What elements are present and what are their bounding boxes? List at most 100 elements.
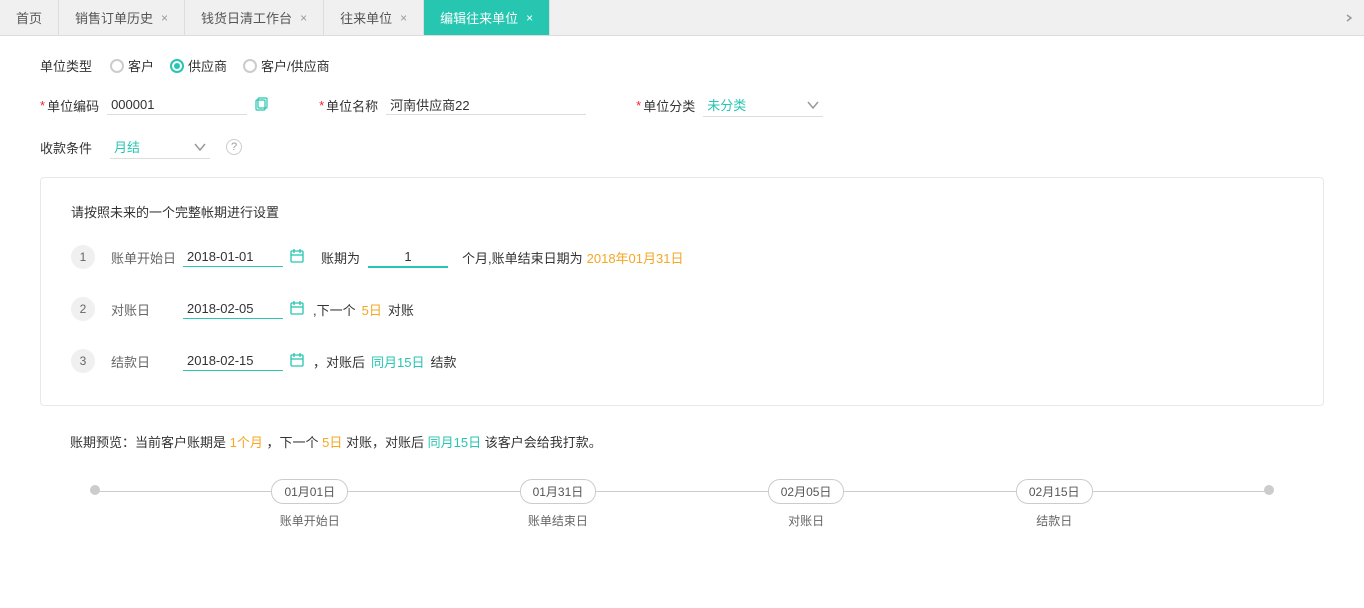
unit-code-star: * xyxy=(40,98,45,113)
preview-text: 账期预览：当前客户账期是 1个月 ，下一个 5日 对账，对账后 同月15日 该客… xyxy=(70,432,1294,451)
tab-partner[interactable]: 往来单位 × xyxy=(324,0,424,35)
unit-type-row: 单位类型 客户 供应商 客户/供应商 xyxy=(40,56,1324,75)
preview-part2: ，下一个 xyxy=(267,435,319,450)
tab-edit-partner-label: 编辑往来单位 xyxy=(440,8,518,27)
tab-expand-btn[interactable] xyxy=(1334,0,1364,35)
timeline-node-1: 01月01日 账单开始日 xyxy=(271,479,348,529)
timeline-node-3-date: 02月05日 xyxy=(768,479,845,504)
settings-card: 请按照未来的一个完整帐期进行设置 1 账单开始日 账期为 个月,账单结束日期为 … xyxy=(40,177,1324,406)
unit-code-input[interactable] xyxy=(107,95,247,115)
setting-field-label-2: 对账日 xyxy=(111,300,171,319)
radio-supplier[interactable]: 供应商 xyxy=(170,56,227,75)
preview-section: 账期预览：当前客户账期是 1个月 ，下一个 5日 对账，对账后 同月15日 该客… xyxy=(40,416,1324,545)
reconcile-desc-2: 对账 xyxy=(388,300,414,319)
unit-category-star: * xyxy=(636,98,641,113)
account-end-date-highlight: 2018年01月31日 xyxy=(587,248,684,267)
tab-home[interactable]: 首页 xyxy=(0,0,59,35)
setting-num-3: 3 xyxy=(71,349,95,373)
tab-edit-partner[interactable]: 编辑往来单位 × xyxy=(424,0,550,35)
tab-cash-work-close[interactable]: × xyxy=(300,11,307,25)
radio-supplier-label: 供应商 xyxy=(188,56,227,75)
payment-date-calendar-icon[interactable] xyxy=(289,352,305,371)
timeline-node-4-date: 02月15日 xyxy=(1016,479,1093,504)
settings-card-title: 请按照未来的一个完整帐期进行设置 xyxy=(71,202,1293,221)
unit-type-label: 单位类型 xyxy=(40,56,92,75)
payment-desc-2: 结款 xyxy=(430,352,456,371)
tab-home-label: 首页 xyxy=(16,8,42,27)
unit-category-select[interactable]: 未分类 xyxy=(703,93,823,117)
payment-date-input[interactable] xyxy=(183,351,283,371)
preview-part2-highlight: 5日 xyxy=(322,435,342,450)
timeline-node-3-label: 对账日 xyxy=(788,512,824,529)
timeline-end xyxy=(1264,479,1274,495)
radio-both-circle xyxy=(243,59,257,73)
timeline-node-2: 01月31日 账单结束日 xyxy=(520,479,597,529)
payment-highlight: 同月15日 xyxy=(371,352,424,371)
preview-part3-highlight: 同月15日 xyxy=(428,435,481,450)
timeline-end-dot xyxy=(1264,485,1274,495)
unit-name-label: 单位名称 xyxy=(326,96,378,115)
payment-terms-arrow xyxy=(194,140,206,154)
radio-supplier-circle xyxy=(170,59,184,73)
radio-customer[interactable]: 客户 xyxy=(110,56,154,75)
timeline-node-4-label: 结款日 xyxy=(1036,512,1072,529)
timeline-node-2-date: 01月31日 xyxy=(520,479,597,504)
radio-customer-circle xyxy=(110,59,124,73)
radio-both-label: 客户/供应商 xyxy=(261,56,330,75)
tab-bar: 首页 销售订单历史 × 钱货日清工作台 × 往来单位 × 编辑往来单位 × xyxy=(0,0,1364,36)
setting-num-2: 2 xyxy=(71,297,95,321)
period-input[interactable] xyxy=(368,247,448,268)
tab-sales-history-close[interactable]: × xyxy=(161,11,168,25)
help-icon[interactable]: ? xyxy=(226,139,242,155)
unit-category-label: 单位分类 xyxy=(643,96,695,115)
payment-terms-row: 收款条件 月结 ? xyxy=(40,135,1324,159)
radio-customer-label: 客户 xyxy=(128,56,154,75)
period-desc-after: 个月,账单结束日期为 xyxy=(462,248,583,267)
timeline-node-1-label: 账单开始日 xyxy=(280,512,340,529)
tab-cash-work-label: 钱货日清工作台 xyxy=(201,8,292,27)
timeline-node-2-label: 账单结束日 xyxy=(528,512,588,529)
payment-desc-1: ，对账后 xyxy=(313,352,365,371)
tab-sales-history-label: 销售订单历史 xyxy=(75,8,153,27)
unit-info-row: * 单位编码 * 单位名称 * 单位分类 未分类 xyxy=(40,93,1324,117)
radio-both[interactable]: 客户/供应商 xyxy=(243,56,330,75)
period-desc-before: 账期为 xyxy=(321,248,360,267)
copy-icon[interactable] xyxy=(253,96,269,115)
unit-code-group: * 单位编码 xyxy=(40,95,269,115)
unit-category-arrow xyxy=(807,98,819,112)
tab-sales-history[interactable]: 销售订单历史 × xyxy=(59,0,185,35)
setting-row-1: 1 账单开始日 账期为 个月,账单结束日期为 2018年01月31日 xyxy=(71,245,1293,269)
unit-category-value: 未分类 xyxy=(707,95,801,114)
reconciliation-date-input[interactable] xyxy=(183,299,283,319)
setting-row-3: 3 结款日 ，对账后 同月15日 结款 xyxy=(71,349,1293,373)
reconciliation-date-calendar-icon[interactable] xyxy=(289,300,305,319)
account-start-date-calendar-icon[interactable] xyxy=(289,248,305,267)
timeline-node-3: 02月05日 对账日 xyxy=(768,479,845,529)
payment-terms-label: 收款条件 xyxy=(40,138,92,157)
timeline-items: 01月01日 账单开始日 01月31日 账单结束日 02月05日 对账日 02月… xyxy=(90,479,1274,529)
payment-terms-value: 月结 xyxy=(114,137,188,156)
timeline-node-4: 02月15日 结款日 xyxy=(1016,479,1093,529)
unit-name-group: * 单位名称 xyxy=(319,95,586,115)
timeline-start-dot xyxy=(90,485,100,495)
preview-part1: 1个月 xyxy=(230,435,263,450)
timeline-node-1-date: 01月01日 xyxy=(271,479,348,504)
setting-row-2: 2 对账日 ,下一个 5日 对账 xyxy=(71,297,1293,321)
timeline-start xyxy=(90,479,100,495)
unit-name-star: * xyxy=(319,98,324,113)
unit-type-radio-group: 客户 供应商 客户/供应商 xyxy=(110,56,330,75)
tab-cash-work[interactable]: 钱货日清工作台 × xyxy=(185,0,324,35)
account-start-date-input[interactable] xyxy=(183,247,283,267)
chevron-right-icon xyxy=(1344,13,1354,23)
unit-name-input[interactable] xyxy=(386,95,586,115)
setting-num-1: 1 xyxy=(71,245,95,269)
preview-part4: 该客户会给我打款。 xyxy=(485,435,602,450)
tab-partner-close[interactable]: × xyxy=(400,11,407,25)
payment-terms-select[interactable]: 月结 xyxy=(110,135,210,159)
setting-field-label-3: 结款日 xyxy=(111,352,171,371)
unit-category-group: * 单位分类 未分类 xyxy=(636,93,823,117)
setting-field-label-1: 账单开始日 xyxy=(111,248,171,267)
tab-edit-partner-close[interactable]: × xyxy=(526,11,533,25)
tab-partner-label: 往来单位 xyxy=(340,8,392,27)
reconcile-desc-1: ,下一个 xyxy=(313,300,356,319)
